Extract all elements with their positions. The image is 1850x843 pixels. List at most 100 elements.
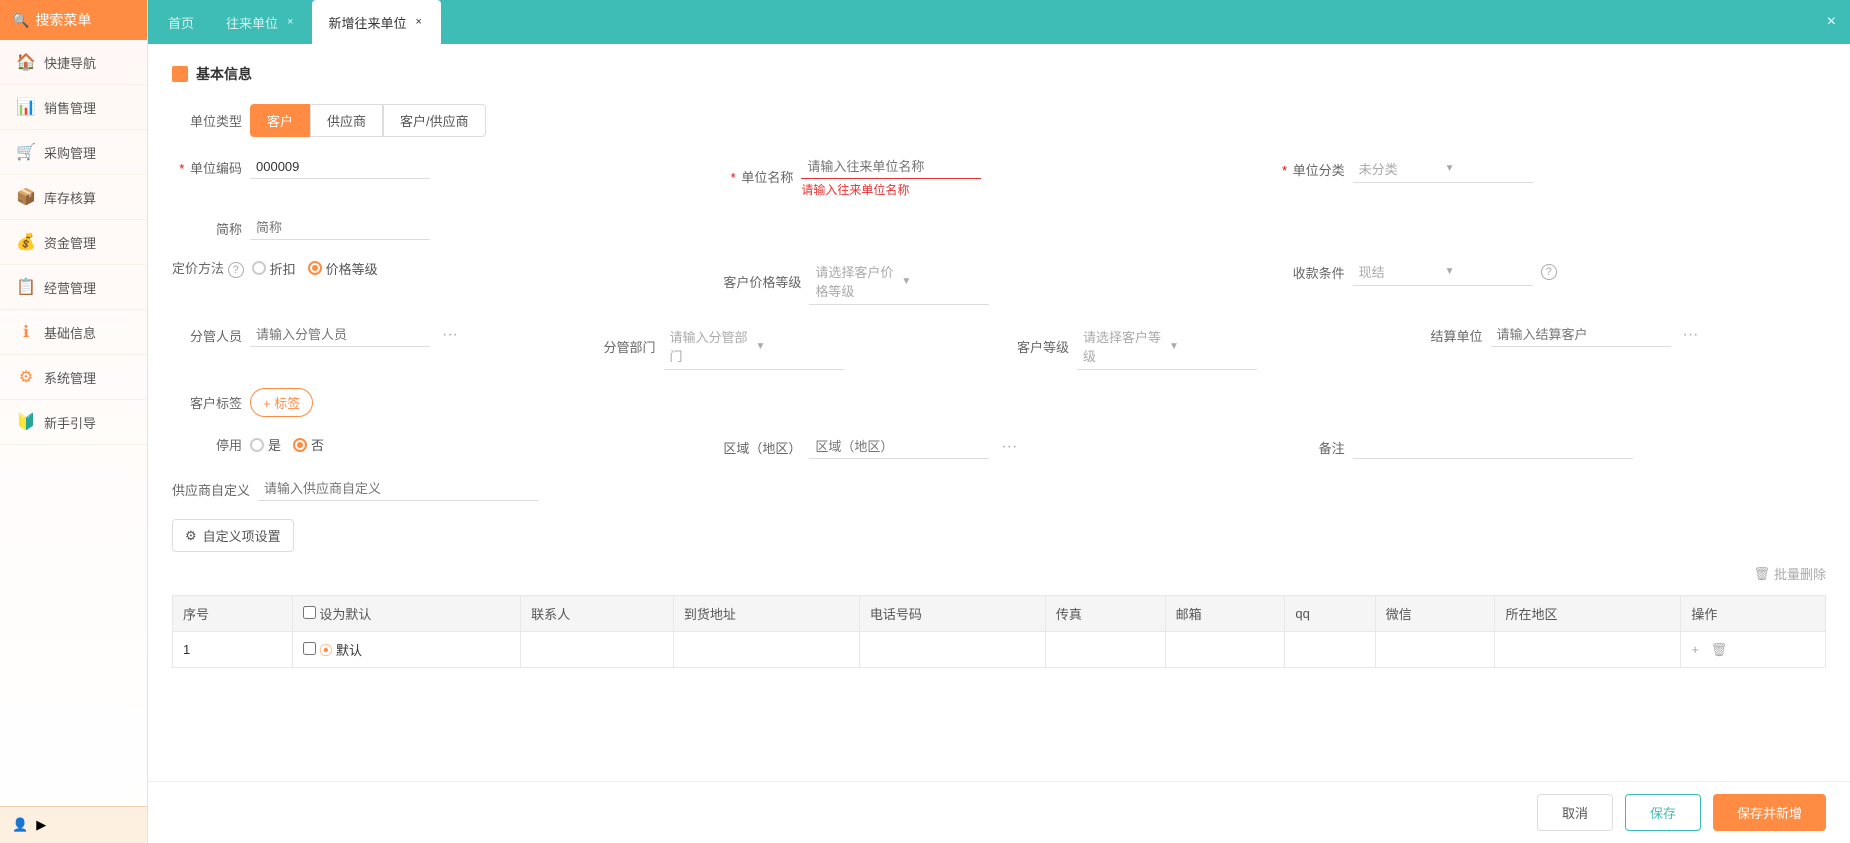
region-label: 区域（地区） [723,438,801,457]
pricing-radio-group: 折扣 价格等级 [252,259,378,278]
expand-icon[interactable]: ▶ [36,817,46,833]
sidebar-item-inventory[interactable]: 📦 库存核算 [0,175,147,220]
gear-small-icon: ⚙ [185,528,197,544]
sidebar-item-label: 资金管理 [44,233,96,252]
sidebar-item-guide[interactable]: 🔰 新手引导 [0,400,147,445]
batch-delete-label[interactable]: 批量删除 [1774,564,1826,583]
chevron-down-icon-dept: ▼ [756,341,838,352]
required-star: * [179,161,184,176]
pricing-method-field: 定价方法 ? 折扣 价格等级 [172,258,723,278]
save-button[interactable]: 保存 [1625,794,1701,831]
tab-home-label: 首页 [168,13,194,32]
table-select-all[interactable] [303,606,316,619]
sidebar-item-quick-nav[interactable]: 🏠 快捷导航 [0,40,147,85]
sidebar: 🔍 搜索菜单 🏠 快捷导航 📊 销售管理 🛒 采购管理 📦 库存核算 💰 资金管… [0,0,148,843]
short-name-input[interactable] [250,216,430,240]
manager-input[interactable] [250,323,430,347]
td-qq [1285,632,1375,668]
form-footer: 取消 保存 保存并新增 [148,781,1850,843]
manager-more-btn[interactable]: ··· [438,326,462,344]
info-icon: ℹ [16,322,36,342]
row-checkbox[interactable] [303,642,316,655]
cancel-button[interactable]: 取消 [1537,794,1613,831]
settlement-unit-label: 结算单位 [1413,326,1483,345]
th-action: 操作 [1681,596,1826,632]
chevron-down-icon: ▼ [1445,163,1527,174]
type-btn-both[interactable]: 客户/供应商 [383,104,486,137]
region-input[interactable] [809,435,989,459]
supplier-custom-label: 供应商自定义 [172,480,250,499]
pricing-radio-level[interactable]: 价格等级 [308,259,378,278]
radio-circle-discount [252,261,266,275]
sidebar-item-purchase[interactable]: 🛒 采购管理 [0,130,147,175]
customer-price-level-select[interactable]: 请选择客户价格等级 ▼ [809,258,989,305]
sales-icon: 📊 [16,97,36,117]
section-icon [172,66,188,82]
delete-row-btn[interactable]: 🗑 [1711,642,1728,657]
th-region: 所在地区 [1495,596,1681,632]
search-menu[interactable]: 🔍 搜索菜单 [0,0,147,40]
help-icon-payment[interactable]: ? [1541,264,1557,280]
batch-delete-icon: 🗑 [1753,566,1770,582]
sidebar-item-finance[interactable]: 💰 资金管理 [0,220,147,265]
custom-settings-button[interactable]: ⚙ 自定义项设置 [172,519,294,552]
supplier-custom-input[interactable] [258,477,538,501]
main-panel: 首页 往来单位 × 新增往来单位 × × 基本信息 单位类型 客户 供应商 客户… [148,0,1850,843]
unit-category-label: * 单位分类 [1275,160,1345,179]
unit-type-field: 单位类型 客户 供应商 客户/供应商 [172,104,1826,137]
section-title-label: 基本信息 [196,64,252,84]
table-header-row: 序号 设为默认 联系人 到货地址 电话号码 传真 邮箱 qq 微信 所在地区 操… [173,596,1826,632]
unit-code-label: * 单位编码 [172,158,242,177]
customer-price-level-field: 客户价格等级 请选择客户价格等级 ▼ [723,258,1274,305]
home-icon: 🏠 [16,52,36,72]
sidebar-item-sales[interactable]: 📊 销售管理 [0,85,147,130]
department-select[interactable]: 请输入分管部门 ▼ [664,323,844,370]
region-more-btn[interactable]: ··· [997,438,1021,456]
manager-label: 分管人员 [172,326,242,345]
customer-level-select[interactable]: 请选择客户等级 ▼ [1077,323,1257,370]
tab-home[interactable]: 首页 [152,0,210,44]
radio-circle-level [308,261,322,275]
sidebar-item-label: 库存核算 [44,188,96,207]
default-radio[interactable]: ⦿ 默认 [319,643,362,658]
disabled-field: 停用 是 否 [172,435,723,454]
sidebar-item-system[interactable]: ⚙ 系统管理 [0,355,147,400]
remark-label: 备注 [1275,438,1345,457]
sidebar-item-operations[interactable]: 📋 经营管理 [0,265,147,310]
settlement-unit-input[interactable] [1491,323,1671,347]
tab-partner-list[interactable]: 往来单位 × [210,0,312,44]
save-new-button[interactable]: 保存并新增 [1713,794,1826,831]
disabled-radio-no[interactable]: 否 [293,435,324,454]
type-btn-customer[interactable]: 客户 [250,104,310,137]
settlement-unit-field: 结算单位 ··· [1413,323,1827,347]
unit-category-select[interactable]: 未分类 ▼ [1353,155,1533,183]
required-star-cat: * [1282,163,1287,178]
pricing-row: 定价方法 ? 折扣 价格等级 客户价格等级 请选择客户价 [172,258,1826,305]
guide-icon: 🔰 [16,412,36,432]
section-basic-info: 基本信息 [172,64,1826,84]
settlement-more-btn[interactable]: ··· [1679,326,1703,344]
sidebar-item-label: 快捷导航 [44,53,96,72]
tab-partner-list-close[interactable]: × [284,15,296,29]
type-btn-supplier[interactable]: 供应商 [310,104,383,137]
tab-bar-close-all[interactable]: × [1817,9,1846,35]
radio-circle-no [293,438,307,452]
add-tag-button[interactable]: + 标签 [250,388,313,417]
table-row: 1 ⦿ 默认 [173,632,1826,668]
unit-name-input[interactable] [801,155,981,179]
remark-input[interactable] [1353,435,1633,459]
add-row-btn[interactable]: + [1691,642,1699,657]
th-fax: 传真 [1045,596,1165,632]
chevron-down-icon: ▼ [901,276,983,287]
payment-terms-select[interactable]: 现结 ▼ [1353,258,1533,286]
td-address [673,632,859,668]
unit-type-row: 单位类型 客户 供应商 客户/供应商 [172,104,1826,137]
sidebar-item-basic-info[interactable]: ℹ 基础信息 [0,310,147,355]
tab-new-partner-close[interactable]: × [412,15,424,29]
help-icon-pricing[interactable]: ? [228,262,244,278]
tab-new-partner[interactable]: 新增往来单位 × [312,0,440,44]
unit-code-input[interactable] [250,155,430,179]
short-name-label: 简称 [172,219,242,238]
disabled-radio-yes[interactable]: 是 [250,435,281,454]
pricing-radio-discount[interactable]: 折扣 [252,259,296,278]
